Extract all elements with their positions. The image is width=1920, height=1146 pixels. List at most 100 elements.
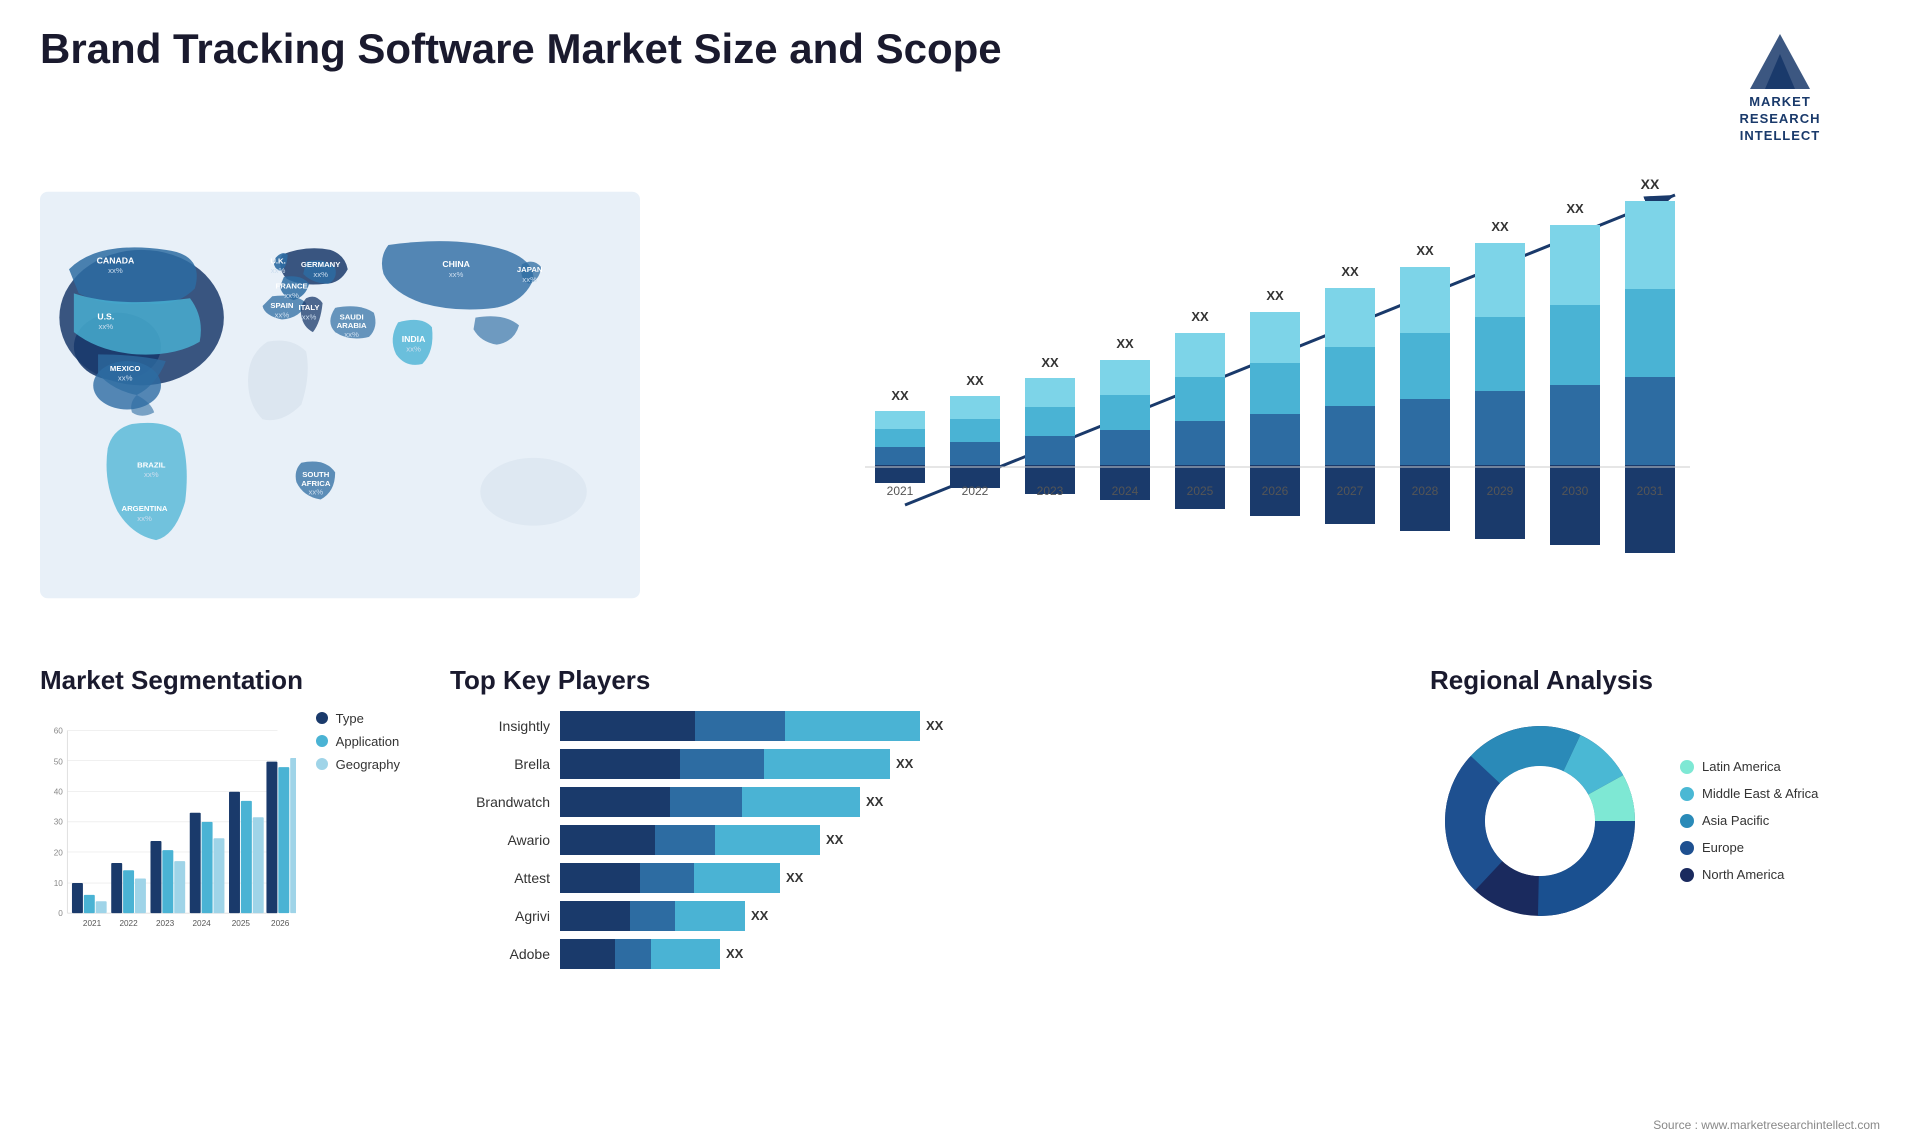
player-agrivi: Agrivi XX [450,901,1370,931]
bar-2029: XX 2029 [1475,219,1525,539]
svg-text:50: 50 [54,757,64,766]
legend-latin-america: Latin America [1680,759,1818,774]
player-insightly: Insightly XX [450,711,1370,741]
svg-text:60: 60 [54,726,64,735]
svg-text:AFRICA: AFRICA [301,479,331,488]
svg-text:30: 30 [54,817,64,826]
bar-2030: XX 2030 [1550,201,1600,545]
logo-icon [1745,24,1815,94]
type-dot [316,712,328,724]
svg-text:0: 0 [58,909,63,918]
svg-text:2030: 2030 [1562,484,1589,498]
svg-text:XX: XX [1416,243,1434,258]
bar-2023: XX 2023 [1025,355,1075,498]
donut-container: Latin America Middle East & Africa Asia … [1430,711,1870,931]
header: Brand Tracking Software Market Size and … [0,0,1920,155]
svg-text:10: 10 [54,878,64,887]
svg-text:2022: 2022 [962,484,989,498]
svg-text:2024: 2024 [1112,484,1139,498]
svg-text:XX: XX [1566,201,1584,216]
svg-text:xx%: xx% [344,330,359,339]
svg-text:XX: XX [966,373,984,388]
regional-title: Regional Analysis [1430,665,1870,696]
svg-text:2021: 2021 [887,484,914,498]
player-attest: Attest XX [450,863,1370,893]
asia-pacific-dot [1680,814,1694,828]
svg-text:SOUTH: SOUTH [302,470,329,479]
svg-text:xx%: xx% [449,270,464,279]
svg-text:xx%: xx% [275,310,290,319]
main-grid: CANADA xx% U.S. xx% MEXICO xx% BRAZIL xx… [0,155,1920,645]
source-attribution: Source : www.marketresearchintellect.com [1653,1116,1880,1134]
europe-dot [1680,841,1694,855]
world-map-svg: CANADA xx% U.S. xx% MEXICO xx% BRAZIL xx… [40,165,640,625]
bottom-grid: Market Segmentation 60 50 40 30 20 10 0 [0,655,1920,979]
page-title: Brand Tracking Software Market Size and … [40,24,1002,74]
svg-text:xx%: xx% [271,266,286,275]
svg-text:2023: 2023 [156,919,175,928]
legend-europe: Europe [1680,840,1818,855]
svg-text:xx%: xx% [98,322,113,331]
svg-text:MEXICO: MEXICO [110,363,141,372]
svg-text:20: 20 [54,848,64,857]
bar-2027: XX 2027 [1325,264,1375,524]
growth-bars-svg: XX 2021 XX 2022 XX [680,165,1870,565]
players-title: Top Key Players [450,665,1370,696]
svg-text:2023: 2023 [1037,484,1064,498]
legend-north-america: North America [1680,867,1818,882]
player-bar-brandwatch: XX [560,787,1370,817]
svg-text:2029: 2029 [1487,484,1514,498]
svg-text:CHINA: CHINA [442,259,470,269]
bar-2022: XX 2022 [950,373,1000,498]
svg-text:U.S.: U.S. [97,311,114,321]
donut-chart-svg [1430,711,1650,931]
legend-geography: Geography [316,757,400,772]
svg-text:xx%: xx% [522,274,537,283]
svg-text:GERMANY: GERMANY [301,260,341,269]
north-america-dot [1680,868,1694,882]
svg-text:2025: 2025 [1187,484,1214,498]
svg-text:xx%: xx% [406,344,421,353]
bar-2028: XX 2028 [1400,243,1450,531]
svg-text:ITALY: ITALY [299,303,321,312]
bar-2031: XX 2031 [1625,176,1675,553]
svg-text:XX: XX [1116,336,1134,351]
player-bar-adobe: XX [560,939,1370,969]
svg-text:XX: XX [891,388,909,403]
svg-text:CANADA: CANADA [97,255,135,265]
player-bar-agrivi: XX [560,901,1370,931]
bar-2021: XX 2021 [875,388,925,498]
logo-area: MARKET RESEARCH INTELLECT [1680,24,1880,145]
svg-text:FRANCE: FRANCE [275,281,307,290]
svg-text:xx%: xx% [118,373,133,382]
player-brella: Brella XX [450,749,1370,779]
svg-text:XX: XX [1041,355,1059,370]
svg-text:2022: 2022 [119,919,138,928]
svg-text:xx%: xx% [302,312,317,321]
svg-text:XX: XX [1641,176,1660,192]
player-bar-brella: XX [560,749,1370,779]
latin-america-dot [1680,760,1694,774]
svg-text:xx%: xx% [308,487,323,496]
geography-dot [316,758,328,770]
svg-text:2026: 2026 [1262,484,1289,498]
svg-text:2024: 2024 [192,919,211,928]
logo-text: MARKET RESEARCH INTELLECT [1740,94,1821,145]
svg-text:U.K.: U.K. [270,256,285,265]
svg-text:xx%: xx% [137,513,152,522]
svg-text:XX: XX [1341,264,1359,279]
player-brandwatch: Brandwatch XX [450,787,1370,817]
application-dot [316,735,328,747]
svg-text:2031: 2031 [1637,484,1664,498]
svg-text:2025: 2025 [232,919,251,928]
growth-chart-section: XX 2021 XX 2022 XX [660,155,1890,635]
svg-text:ARABIA: ARABIA [337,321,367,330]
svg-text:2021: 2021 [83,919,102,928]
svg-text:xx%: xx% [144,470,159,479]
svg-text:XX: XX [1191,309,1209,324]
svg-text:XX: XX [1491,219,1509,234]
segmentation-svg: 60 50 40 30 20 10 0 2021 2022 [40,711,296,951]
mea-dot [1680,787,1694,801]
growth-chart: XX 2021 XX 2022 XX [680,165,1870,585]
player-bar-awario: XX [560,825,1370,855]
